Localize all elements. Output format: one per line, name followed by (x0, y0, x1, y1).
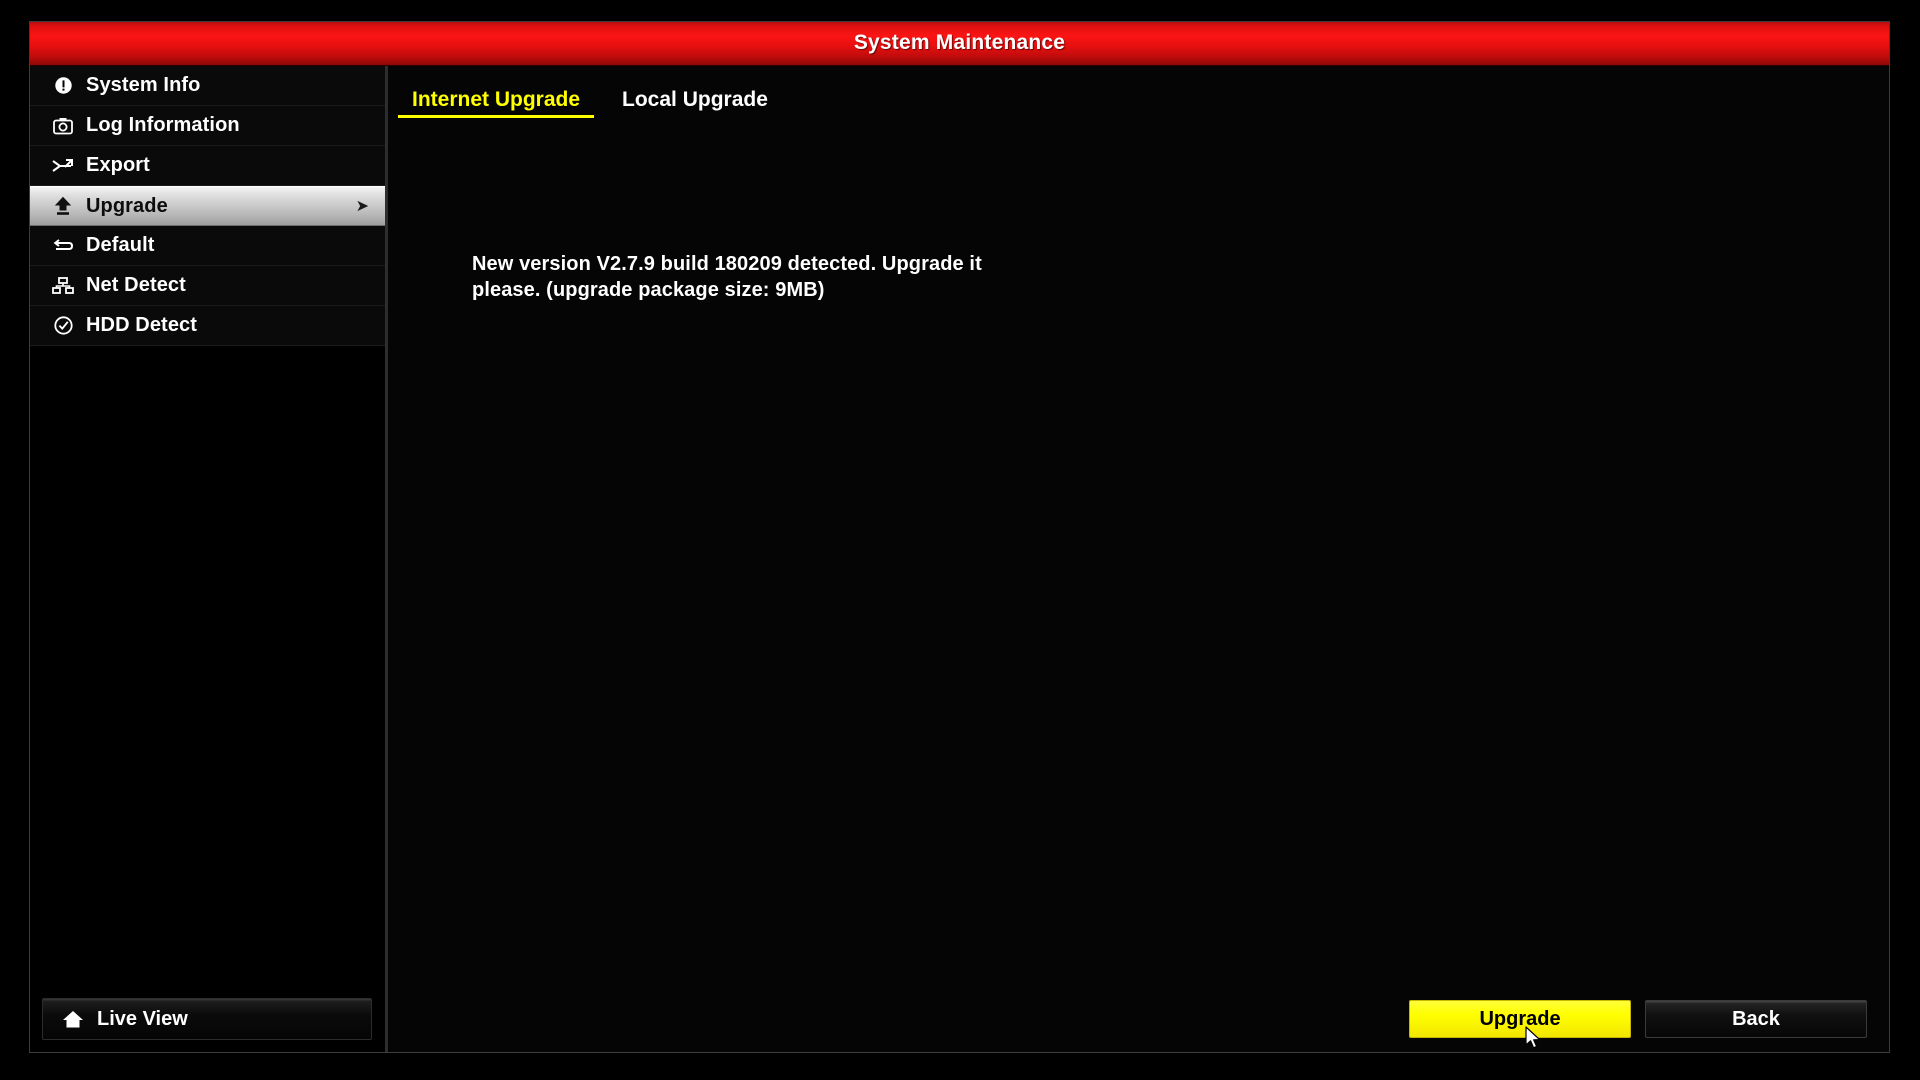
info-icon (48, 75, 78, 97)
live-view-button[interactable]: Live View (42, 998, 372, 1040)
check-circle-icon (48, 315, 78, 337)
tab-local-upgrade[interactable]: Local Upgrade (608, 88, 782, 118)
live-view-label: Live View (97, 1007, 188, 1030)
log-camera-icon (48, 115, 78, 137)
chevron-right-icon: ➤ (355, 198, 369, 215)
tab-bar: Internet Upgrade Local Upgrade (388, 66, 1889, 118)
upgrade-message-line-2: please. (upgrade package size: 9MB) (472, 279, 825, 301)
restore-icon (48, 235, 78, 257)
upgrade-message-line-1: New version V2.7.9 build 180209 detected… (472, 253, 982, 275)
sidebar-item-label: Default (86, 234, 155, 256)
window-title: System Maintenance (853, 31, 1066, 54)
sidebar-item-system-info[interactable]: System Info (30, 66, 385, 106)
sidebar-item-upgrade[interactable]: Upgrade ➤ (30, 186, 385, 226)
upload-arrow-icon (48, 195, 78, 217)
sidebar-item-hdd-detect[interactable]: HDD Detect (30, 306, 385, 346)
sidebar-item-net-detect[interactable]: Net Detect (30, 266, 385, 306)
sidebar-item-label: Export (86, 154, 150, 176)
main-panel: Internet Upgrade Local Upgrade New versi… (387, 66, 1889, 1052)
export-arrows-icon (48, 155, 78, 177)
sidebar-item-label: System Info (86, 74, 201, 96)
tab-content-internet-upgrade: New version V2.7.9 build 180209 detected… (388, 118, 1889, 982)
footer-button-bar: Upgrade Back (1395, 1000, 1867, 1038)
upgrade-button[interactable]: Upgrade (1409, 1000, 1631, 1038)
title-bar: System Maintenance (30, 22, 1889, 66)
screen: System Maintenance System Info Log Infor… (0, 0, 1920, 1080)
sidebar-item-export[interactable]: Export (30, 146, 385, 186)
sidebar-item-label: Log Information (86, 114, 240, 136)
upgrade-status-message: New version V2.7.9 build 180209 detected… (472, 251, 1132, 303)
tab-internet-upgrade[interactable]: Internet Upgrade (398, 88, 595, 118)
window-body: System Info Log Information Export Upgra… (30, 66, 1889, 1052)
sidebar-item-label: HDD Detect (86, 314, 198, 336)
network-icon (48, 275, 78, 297)
sidebar-item-label: Net Detect (86, 274, 186, 296)
home-icon (59, 1010, 87, 1029)
sidebar-item-log-information[interactable]: Log Information (30, 106, 385, 146)
sidebar: System Info Log Information Export Upgra… (30, 66, 387, 1052)
system-maintenance-window: System Maintenance System Info Log Infor… (29, 21, 1890, 1053)
back-button[interactable]: Back (1645, 1000, 1867, 1038)
sidebar-item-label: Upgrade (86, 194, 168, 217)
sidebar-item-default[interactable]: Default (30, 226, 385, 266)
sidebar-nav-list: System Info Log Information Export Upgra… (30, 66, 385, 346)
